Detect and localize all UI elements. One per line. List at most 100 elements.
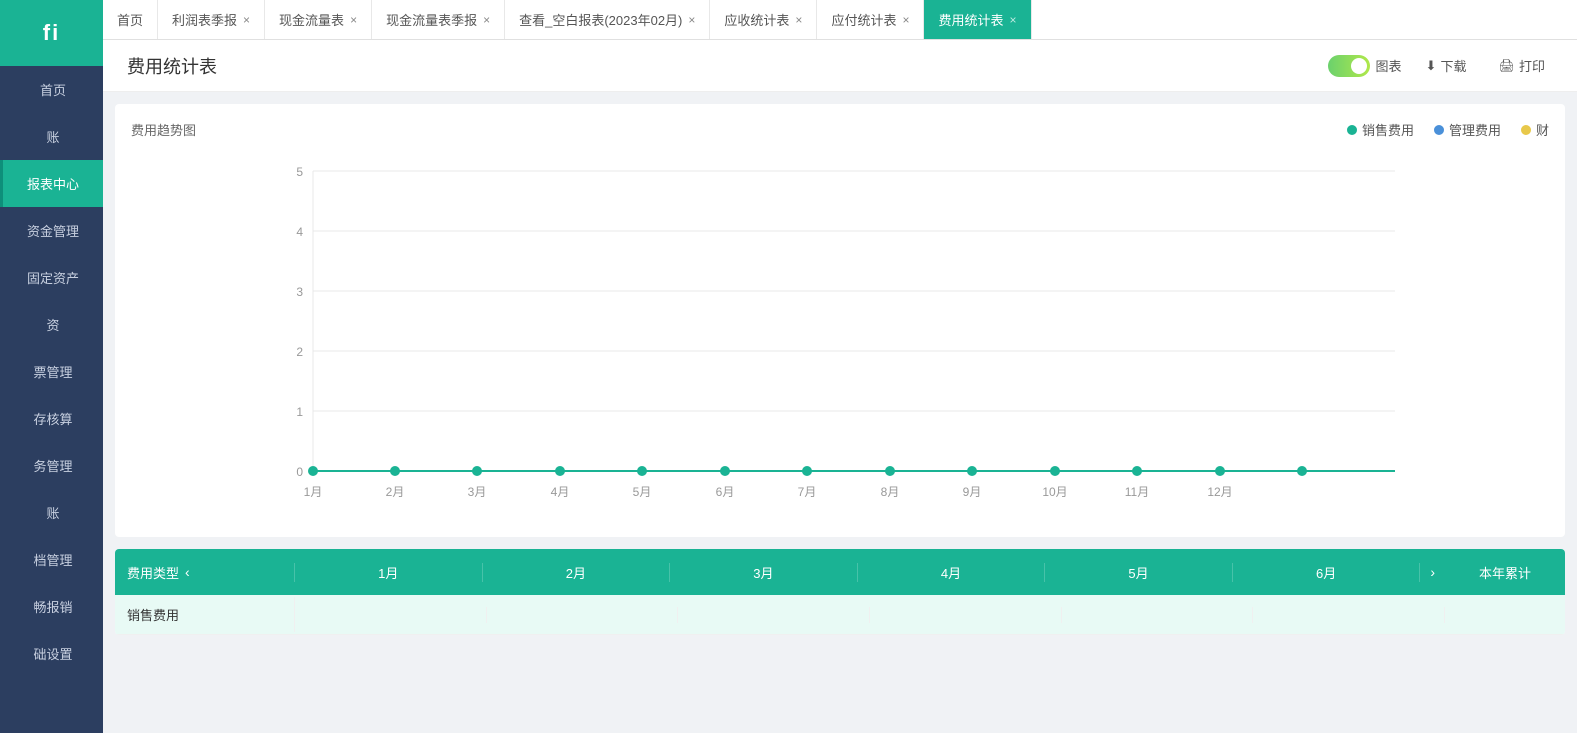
svg-text:2: 2 bbox=[296, 345, 303, 359]
table-header: 费用类型 ‹ 1月 2月 3月 4月 5月 6月 › 本年累计 bbox=[115, 549, 1565, 595]
svg-text:1月: 1月 bbox=[304, 485, 323, 499]
tab-cashflow-close[interactable]: × bbox=[350, 13, 357, 27]
td-sales-m1 bbox=[295, 607, 487, 623]
th-month-1: 1月 bbox=[295, 563, 483, 582]
app-logo: fi bbox=[0, 0, 103, 66]
page-actions: 图表 ⬇ 下载 🖨 打印 bbox=[1328, 52, 1553, 79]
tab-view-blank[interactable]: 查看_空白报表(2023年02月) × bbox=[505, 0, 710, 39]
svg-text:3月: 3月 bbox=[468, 485, 487, 499]
page-header: 费用统计表 图表 ⬇ 下载 🖨 打印 bbox=[103, 40, 1577, 92]
tab-receivable-label: 应收统计表 bbox=[724, 10, 789, 29]
svg-text:7月: 7月 bbox=[798, 485, 817, 499]
main-content: 首页 利润表季报 × 现金流量表 × 现金流量表季报 × 查看_空白报表(202… bbox=[103, 0, 1577, 733]
th-month-6: 6月 bbox=[1233, 563, 1421, 582]
svg-text:5: 5 bbox=[296, 165, 303, 179]
tab-profit-quarter-close[interactable]: × bbox=[243, 13, 250, 27]
tab-cashflow-quarter[interactable]: 现金流量表季报 × bbox=[372, 0, 505, 39]
svg-text:10月: 10月 bbox=[1042, 485, 1067, 499]
tab-expense-stats[interactable]: 费用统计表 × bbox=[924, 0, 1031, 39]
tab-receivable-close[interactable]: × bbox=[795, 13, 802, 27]
svg-text:11月: 11月 bbox=[1125, 485, 1149, 499]
sidebar-item-invoice-mgmt[interactable]: 票管理 bbox=[0, 348, 103, 395]
svg-text:5月: 5月 bbox=[633, 485, 652, 499]
sidebar-item-inventory[interactable]: 存核算 bbox=[0, 395, 103, 442]
download-icon: ⬇ bbox=[1426, 58, 1437, 74]
td-sales-m4 bbox=[870, 607, 1062, 623]
sidebar-item-ledger[interactable]: 账 bbox=[0, 113, 103, 160]
tab-receivable[interactable]: 应收统计表 × bbox=[710, 0, 817, 39]
legend-admin: 管理费用 bbox=[1434, 120, 1501, 139]
tab-expense-stats-label: 费用统计表 bbox=[938, 10, 1003, 29]
sidebar-item-cash-mgmt[interactable]: 资金管理 bbox=[0, 207, 103, 254]
sidebar-item-doc-mgmt[interactable]: 档管理 bbox=[0, 536, 103, 583]
legend-sales: 销售费用 bbox=[1347, 120, 1414, 139]
legend-sales-label: 销售费用 bbox=[1362, 120, 1414, 139]
tab-payable[interactable]: 应付统计表 × bbox=[817, 0, 924, 39]
tab-profit-quarter[interactable]: 利润表季报 × bbox=[158, 0, 265, 39]
svg-text:9月: 9月 bbox=[963, 485, 982, 499]
td-sales-total bbox=[1445, 607, 1565, 623]
page-title: 费用统计表 bbox=[127, 53, 217, 79]
legend-finance: 财 bbox=[1521, 120, 1549, 139]
page-area: 费用统计表 图表 ⬇ 下载 🖨 打印 bbox=[103, 40, 1577, 733]
chart-header: 费用趋势图 销售费用 管理费用 财 bbox=[131, 120, 1549, 139]
td-sales-m6 bbox=[1253, 607, 1445, 623]
tab-view-blank-close[interactable]: × bbox=[688, 13, 695, 27]
sidebar-item-investment[interactable]: 资 bbox=[0, 301, 103, 348]
legend-admin-label: 管理费用 bbox=[1449, 120, 1501, 139]
sidebar-item-fixed-assets[interactable]: 固定资产 bbox=[0, 254, 103, 301]
sidebar-item-payables[interactable]: 账 bbox=[0, 489, 103, 536]
chart-title: 费用趋势图 bbox=[131, 120, 196, 139]
th-nav-right-button[interactable]: › bbox=[1420, 564, 1445, 580]
td-type-sales: 销售费用 bbox=[115, 597, 295, 632]
tab-profit-quarter-label: 利润表季报 bbox=[172, 10, 237, 29]
table-row: 销售费用 bbox=[115, 595, 1565, 635]
sidebar: fi 首页 账 报表中心 资金管理 固定资产 资 票管理 存核算 务管理 账 档… bbox=[0, 0, 103, 733]
sidebar-item-report-center[interactable]: 报表中心 bbox=[0, 160, 103, 207]
sidebar-item-home[interactable]: 首页 bbox=[0, 66, 103, 113]
tab-home-label: 首页 bbox=[117, 10, 143, 29]
svg-text:8月: 8月 bbox=[881, 485, 900, 499]
table-body: 销售费用 bbox=[115, 595, 1565, 635]
sidebar-item-basic-settings[interactable]: 础设置 bbox=[0, 630, 103, 677]
download-label: 下载 bbox=[1440, 56, 1466, 75]
tab-expense-stats-close[interactable]: × bbox=[1009, 13, 1016, 27]
svg-text:6月: 6月 bbox=[716, 485, 735, 499]
svg-text:0: 0 bbox=[296, 465, 303, 479]
tab-cashflow-quarter-close[interactable]: × bbox=[483, 13, 490, 27]
print-icon: 🖨 bbox=[1498, 58, 1515, 74]
th-nav-left-button[interactable]: ‹ bbox=[185, 564, 190, 580]
tab-home[interactable]: 首页 bbox=[103, 0, 158, 39]
sidebar-item-service-mgmt[interactable]: 务管理 bbox=[0, 442, 103, 489]
print-button[interactable]: 🖨 打印 bbox=[1490, 52, 1553, 79]
chart-toggle-wrap: 图表 bbox=[1328, 55, 1402, 77]
svg-text:1: 1 bbox=[296, 405, 303, 419]
tab-payable-close[interactable]: × bbox=[902, 13, 909, 27]
td-sales-m5 bbox=[1062, 607, 1254, 623]
svg-text:4月: 4月 bbox=[551, 485, 570, 499]
legend-finance-label: 财 bbox=[1536, 120, 1549, 139]
chart-section: 费用趋势图 销售费用 管理费用 财 bbox=[115, 104, 1565, 537]
th-month-4: 4月 bbox=[858, 563, 1046, 582]
chart-toggle[interactable] bbox=[1328, 55, 1370, 77]
tab-cashflow[interactable]: 现金流量表 × bbox=[265, 0, 372, 39]
th-month-5: 5月 bbox=[1045, 563, 1233, 582]
tab-cashflow-label: 现金流量表 bbox=[279, 10, 344, 29]
svg-text:2月: 2月 bbox=[386, 485, 405, 499]
th-month-2: 2月 bbox=[483, 563, 671, 582]
legend-admin-dot bbox=[1434, 125, 1444, 135]
toggle-label: 图表 bbox=[1376, 56, 1402, 75]
print-label: 打印 bbox=[1519, 56, 1545, 75]
svg-text:4: 4 bbox=[296, 225, 303, 239]
th-type: 费用类型 ‹ bbox=[115, 563, 295, 582]
sidebar-item-expense[interactable]: 畅报销 bbox=[0, 583, 103, 630]
th-total: 本年累计 bbox=[1445, 563, 1565, 582]
tab-bar: 首页 利润表季报 × 现金流量表 × 现金流量表季报 × 查看_空白报表(202… bbox=[103, 0, 1577, 40]
line-chart-svg: 5 4 3 2 1 0 bbox=[131, 151, 1549, 521]
tab-view-blank-label: 查看_空白报表(2023年02月) bbox=[519, 10, 682, 29]
chart-legend: 销售费用 管理费用 财 bbox=[1347, 120, 1549, 139]
svg-text:3: 3 bbox=[296, 285, 303, 299]
download-button[interactable]: ⬇ 下载 bbox=[1418, 52, 1475, 79]
table-section: 费用类型 ‹ 1月 2月 3月 4月 5月 6月 › 本年累计 销售费用 bbox=[115, 549, 1565, 635]
td-sales-m2 bbox=[487, 607, 679, 623]
